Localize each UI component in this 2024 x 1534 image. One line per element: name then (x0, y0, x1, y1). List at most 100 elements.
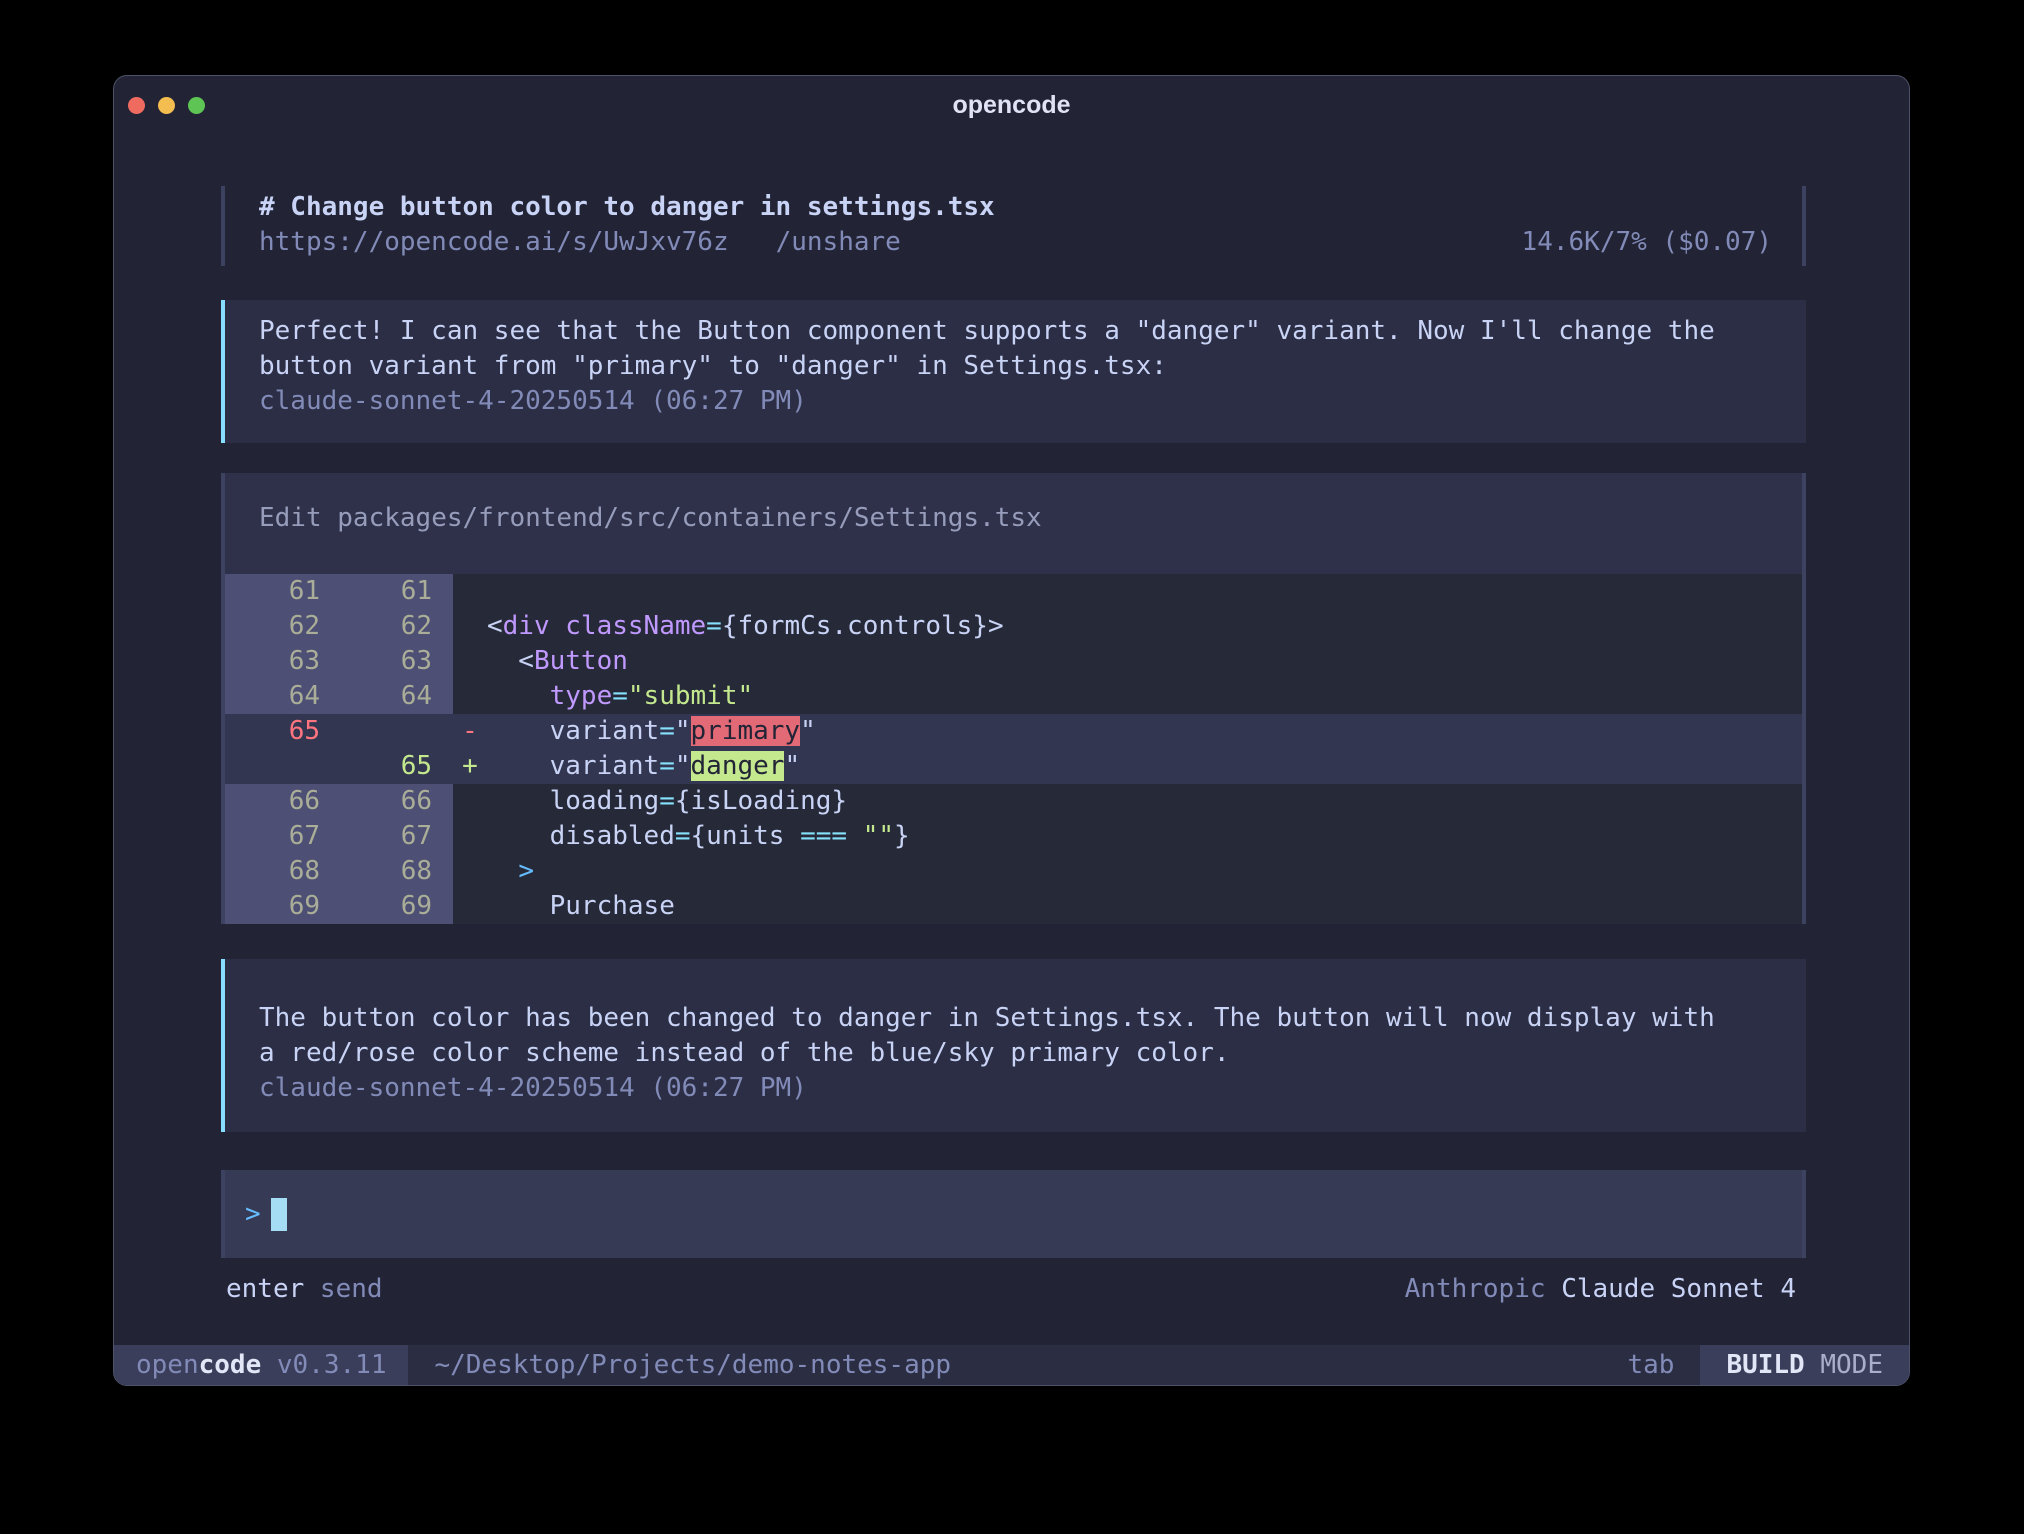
diff-old-line-number: 66 (225, 784, 320, 819)
hint-bar: enter send Anthropic Claude Sonnet 4 (221, 1272, 1806, 1307)
diff-row: 6161 (225, 574, 1802, 609)
diff-marker (453, 854, 487, 889)
titlebar: opencode (114, 76, 1909, 134)
diff-old-line-number: 65 (225, 714, 320, 749)
diff-new-line-number (320, 714, 432, 749)
mode-secondary: MODE (1805, 1345, 1883, 1385)
send-hint: enter send (226, 1272, 383, 1307)
gutter-spacer (432, 609, 453, 644)
diff-code-line: variant="danger" (487, 749, 1802, 784)
gutter-spacer (432, 679, 453, 714)
edit-file-path: packages/frontend/src/containers/Setting… (337, 503, 1041, 533)
diff-code-line: > (487, 854, 1802, 889)
key-action: send (304, 1274, 382, 1304)
diff-marker (453, 609, 487, 644)
gap (729, 225, 776, 260)
diff-code-line: variant="primary" (487, 714, 1802, 749)
diff-row: 6767 disabled={units === ""} (225, 819, 1802, 854)
diff-row: 6969 Purchase (225, 889, 1802, 924)
gutter-spacer (432, 854, 453, 889)
mode-chip: BUILD MODE (1700, 1345, 1909, 1385)
diff-new-line-number: 61 (320, 574, 432, 609)
diff-old-line-number: 61 (225, 574, 320, 609)
diff-row: 6363 <Button (225, 644, 1802, 679)
window-title: opencode (114, 91, 1909, 120)
share-url[interactable]: https://opencode.ai/s/UwJxv76z (259, 225, 729, 260)
diff-old-line-number (225, 749, 320, 784)
session-header: # Change button color to danger in setti… (221, 186, 1806, 266)
gutter-spacer (432, 644, 453, 679)
session-title: # Change button color to danger in setti… (259, 190, 1772, 225)
diff-marker (453, 679, 487, 714)
diff-code-line: Purchase (487, 889, 1802, 924)
diff-new-line-number: 68 (320, 854, 432, 889)
unshare-command[interactable]: /unshare (776, 225, 901, 260)
diff-marker (453, 644, 487, 679)
diff-old-line-number: 69 (225, 889, 320, 924)
diff-old-line-number: 68 (225, 854, 320, 889)
text-cursor (271, 1198, 287, 1231)
diff-marker (453, 889, 487, 924)
gutter-spacer (432, 819, 453, 854)
diff-code-line: <div className={formCs.controls}> (487, 609, 1802, 644)
app-version: v0.3.11 (261, 1345, 386, 1385)
diff-marker (453, 819, 487, 854)
app-name-prefix: open (136, 1345, 199, 1385)
diff-marker: - (453, 714, 487, 749)
diff-row: 65 - variant="primary" (225, 714, 1802, 749)
prompt-input[interactable]: > (221, 1170, 1806, 1258)
tab-hint[interactable]: tab (1627, 1345, 1674, 1385)
app-name-bold: code (199, 1345, 262, 1385)
diff-new-line-number: 69 (320, 889, 432, 924)
gutter-spacer (432, 714, 453, 749)
diff-code-line: disabled={units === ""} (487, 819, 1802, 854)
key-label: enter (226, 1274, 304, 1304)
assistant-message-2: The button color has been changed to dan… (221, 959, 1806, 1132)
edit-action-label: Edit (259, 503, 337, 533)
diff-new-line-number: 64 (320, 679, 432, 714)
message-text-line: The button color has been changed to dan… (259, 1001, 1776, 1036)
diff-code-line: <Button (487, 644, 1802, 679)
assistant-message-1: Perfect! I can see that the Button compo… (221, 300, 1806, 443)
diff-new-line-number: 65 (320, 749, 432, 784)
model-indicator: Anthropic Claude Sonnet 4 (1405, 1272, 1796, 1307)
diff-new-line-number: 66 (320, 784, 432, 819)
diff-row: 6666 loading={isLoading} (225, 784, 1802, 819)
diff-old-line-number: 62 (225, 609, 320, 644)
session-subtitle: https://opencode.ai/s/UwJxv76z /unshare … (259, 225, 1772, 260)
diff-new-line-number: 67 (320, 819, 432, 854)
diff-row: 6464 type="submit" (225, 679, 1802, 714)
gutter-spacer (432, 749, 453, 784)
diff-old-line-number: 64 (225, 679, 320, 714)
app-version-chip: opencode v0.3.11 (114, 1345, 408, 1385)
edit-tool-header: Edit packages/frontend/src/containers/Se… (259, 501, 1802, 536)
main-content: # Change button color to danger in setti… (114, 134, 1909, 1385)
gutter-spacer (432, 574, 453, 609)
spacer (901, 225, 1522, 260)
diff-row: 6262 <div className={formCs.controls}> (225, 609, 1802, 644)
prompt-chevron: > (245, 1199, 261, 1229)
diff-row: 6868 > (225, 854, 1802, 889)
diff-marker: + (453, 749, 487, 784)
diff-new-line-number: 62 (320, 609, 432, 644)
diff-marker (453, 574, 487, 609)
message-text-line: button variant from "primary" to "danger… (259, 349, 1776, 384)
message-model-meta: claude-sonnet-4-20250514 (06:27 PM) (259, 384, 1776, 419)
edit-tool-block: Edit packages/frontend/src/containers/Se… (221, 473, 1806, 924)
diff-view: 61616262 <div className={formCs.controls}… (225, 574, 1802, 924)
diff-marker (453, 784, 487, 819)
status-bar: opencode v0.3.11 ~/Desktop/Projects/demo… (114, 1345, 1909, 1385)
message-text-line: Perfect! I can see that the Button compo… (259, 314, 1776, 349)
diff-code-line: loading={isLoading} (487, 784, 1802, 819)
diff-code-line (487, 574, 1802, 609)
app-window: opencode # Change button color to danger… (113, 75, 1910, 1386)
diff-code-line: type="submit" (487, 679, 1802, 714)
message-model-meta: claude-sonnet-4-20250514 (06:27 PM) (259, 1071, 1776, 1106)
diff-row: 65 + variant="danger" (225, 749, 1802, 784)
model-name: Claude Sonnet 4 (1561, 1274, 1796, 1304)
token-stats: 14.6K/7% ($0.07) (1522, 225, 1772, 260)
message-text-line: a red/rose color scheme instead of the b… (259, 1036, 1776, 1071)
working-directory: ~/Desktop/Projects/demo-notes-app (434, 1345, 951, 1385)
diff-old-line-number: 63 (225, 644, 320, 679)
gutter-spacer (432, 784, 453, 819)
